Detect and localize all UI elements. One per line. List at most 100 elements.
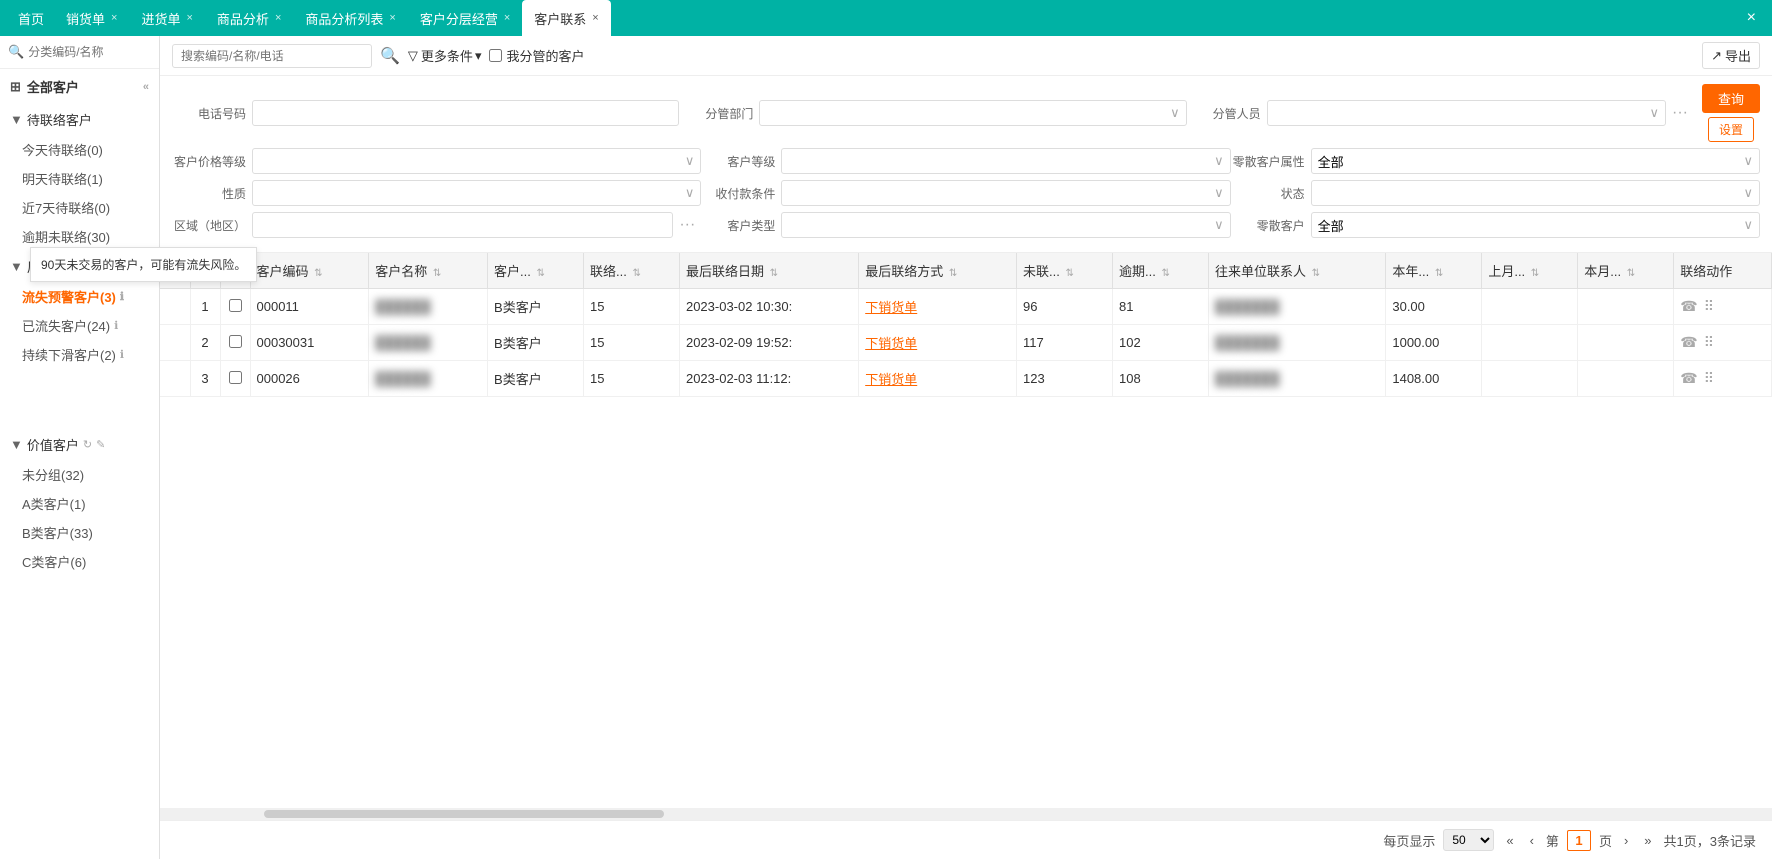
first-page-button[interactable]: « — [1502, 831, 1517, 850]
filter-select-customer-type[interactable]: ∨ — [781, 212, 1230, 238]
th-code[interactable]: 客户编码 ⇅ — [250, 253, 369, 289]
th-not-contacted[interactable]: 未联... ⇅ — [1017, 253, 1113, 289]
horizontal-scrollbar[interactable] — [160, 808, 1772, 820]
row-name-cell: ██████ — [369, 289, 488, 325]
filter-select-price-grade[interactable]: ∨ — [252, 148, 701, 174]
row-last-method-cell[interactable]: 下销货单 — [859, 325, 1017, 361]
th-contact-person-sort-icon: ⇅ — [1312, 268, 1320, 279]
sidebar-item-ungrouped[interactable]: 未分组(32) — [0, 460, 159, 489]
th-this-year[interactable]: 本年... ⇅ — [1386, 253, 1482, 289]
tab-home[interactable]: 首页 — [8, 0, 54, 36]
tab-analysis-list-close[interactable]: × — [389, 12, 395, 24]
sidebar-group-pending[interactable]: ▼ 待联络客户 — [0, 104, 159, 135]
filter-select-zero-attr[interactable]: 全部 ∨ — [1311, 148, 1760, 174]
th-contact-person[interactable]: 往来单位联系人 ⇅ — [1208, 253, 1385, 289]
sidebar-item-class-a[interactable]: A类客户(1) — [0, 489, 159, 518]
tab-sales-close[interactable]: × — [111, 12, 117, 24]
all-customers-header[interactable]: ⊞ 全部客户 « — [0, 69, 159, 104]
tab-purchase[interactable]: 进货单 × — [129, 0, 204, 36]
row-checkbox[interactable] — [229, 335, 242, 348]
risk-arrow-icon: ▼ — [10, 259, 23, 274]
tab-analysis[interactable]: 商品分析 × — [205, 0, 293, 36]
sidebar-collapse-icon[interactable]: « — [143, 81, 149, 93]
filter-field-nature: 性质 ∨ — [172, 180, 701, 206]
tab-customer-contact[interactable]: 客户联系 × — [522, 0, 610, 36]
action-more-icon[interactable]: ⠿ — [1704, 370, 1714, 387]
value-edit-icon[interactable]: ✎ — [96, 438, 105, 451]
th-this-month[interactable]: 本月... ⇅ — [1578, 253, 1674, 289]
action-more-icon[interactable]: ⠿ — [1704, 334, 1714, 351]
th-last-month[interactable]: 上月... ⇅ — [1482, 253, 1578, 289]
pending-arrow-icon: ▼ — [10, 112, 23, 127]
prev-page-button[interactable]: ‹ — [1526, 831, 1538, 850]
action-more-icon[interactable]: ⠿ — [1704, 298, 1714, 315]
row-last-method-cell[interactable]: 下销货单 — [859, 289, 1017, 325]
export-button[interactable]: ↗ 导出 — [1702, 42, 1760, 69]
row-type-cell: B类客户 — [488, 361, 584, 397]
sidebar-item-7days[interactable]: 近7天待联络(0) — [0, 193, 159, 222]
sidebar-group-value[interactable]: ▼ 价值客户 ↻ ✎ — [0, 429, 159, 460]
my-customers-checkbox-label[interactable]: 我分管的客户 — [489, 46, 584, 65]
filter-settings-button[interactable]: 设置 — [1708, 117, 1754, 142]
tab-customer-contact-close[interactable]: × — [592, 12, 598, 24]
filter-select-region[interactable] — [252, 212, 673, 238]
tab-customer-layer[interactable]: 客户分层经营 × — [408, 0, 522, 36]
search-input[interactable] — [172, 44, 372, 68]
th-type[interactable]: 客户... ⇅ — [488, 253, 584, 289]
sidebar-item-churned[interactable]: 已流失客户(24) ℹ — [0, 311, 159, 340]
sidebar-item-class-c[interactable]: C类客户(6) — [0, 547, 159, 576]
region-dots-button[interactable]: ··· — [673, 216, 701, 234]
action-phone-icon[interactable]: ☎ — [1680, 298, 1697, 315]
filter-input-phone[interactable] — [252, 100, 679, 126]
th-contact[interactable]: 联络... ⇅ — [584, 253, 680, 289]
row-checkbox[interactable] — [229, 299, 242, 312]
filter-select-manager[interactable]: ∨ — [1267, 100, 1666, 126]
row-this-month-cell — [1578, 325, 1674, 361]
manager-dots-button[interactable]: ··· — [1666, 104, 1694, 122]
tab-analysis-close[interactable]: × — [275, 12, 281, 24]
filter-select-customer-grade[interactable]: ∨ — [781, 148, 1230, 174]
th-overdue[interactable]: 逾期... ⇅ — [1113, 253, 1209, 289]
sidebar-item-tomorrow[interactable]: 明天待联络(1) — [0, 164, 159, 193]
tab-customer-layer-close[interactable]: × — [504, 12, 510, 24]
sidebar-search-input[interactable] — [28, 45, 160, 59]
th-name[interactable]: 客户名称 ⇅ — [369, 253, 488, 289]
filter-select-payment[interactable]: ∨ — [781, 180, 1230, 206]
th-last-date[interactable]: 最后联络日期 ⇅ — [679, 253, 858, 289]
row-name-cell: ██████ — [369, 361, 488, 397]
sidebar-item-today[interactable]: 今天待联络(0) — [0, 135, 159, 164]
th-overdue-label: 逾期... — [1119, 264, 1156, 279]
filter-label-zero-customer: 零散客户 — [1231, 217, 1311, 234]
query-button[interactable]: 查询 — [1702, 84, 1760, 113]
filter-select-dept[interactable]: ∨ — [759, 100, 1186, 126]
value-refresh-icon[interactable]: ↻ — [83, 438, 92, 451]
tab-purchase-close[interactable]: × — [186, 12, 192, 24]
sidebar-item-churn-warning[interactable]: 流失预警客户(3) ℹ — [0, 282, 159, 311]
row-checkbox[interactable] — [229, 371, 242, 384]
per-page-select[interactable]: 50 100 200 — [1443, 829, 1494, 851]
row-last-month-cell — [1482, 325, 1578, 361]
search-button[interactable]: 🔍 — [380, 46, 400, 66]
tab-home-label: 首页 — [18, 9, 44, 28]
sidebar-item-class-b[interactable]: B类客户(33) — [0, 518, 159, 547]
my-customers-checkbox[interactable] — [489, 49, 502, 62]
next-page-button[interactable]: › — [1620, 831, 1632, 850]
filter-select-zero-customer[interactable]: 全部 ∨ — [1311, 212, 1760, 238]
sidebar: 🔍 ⊞ 全部客户 « ▼ 待联络客户 今天待联络(0) 明天待联络(1) 近7天… — [0, 36, 160, 859]
window-close-button[interactable]: × — [1739, 9, 1764, 27]
sidebar-item-declining[interactable]: 持续下滑客户(2) ℹ — [0, 340, 159, 369]
filter-select-nature[interactable]: ∨ — [252, 180, 701, 206]
tab-analysis-list[interactable]: 商品分析列表 × — [293, 0, 407, 36]
filter-label-status: 状态 — [1231, 185, 1311, 202]
more-conditions-button[interactable]: ▽ 更多条件 ▾ — [408, 46, 482, 65]
last-page-button[interactable]: » — [1640, 831, 1655, 850]
action-phone-icon[interactable]: ☎ — [1680, 334, 1697, 351]
row-last-method-cell[interactable]: 下销货单 — [859, 361, 1017, 397]
tab-sales[interactable]: 销货单 × — [54, 0, 129, 36]
toolbar: 🔍 ▽ 更多条件 ▾ 我分管的客户 ↗ 导出 — [160, 36, 1772, 76]
scroll-thumb[interactable] — [264, 810, 664, 818]
filter-select-status[interactable]: ∨ — [1311, 180, 1760, 206]
action-phone-icon[interactable]: ☎ — [1680, 370, 1697, 387]
th-last-method[interactable]: 最后联络方式 ⇅ — [859, 253, 1017, 289]
filter-field-zero-customer: 零散客户 全部 ∨ — [1231, 212, 1760, 238]
